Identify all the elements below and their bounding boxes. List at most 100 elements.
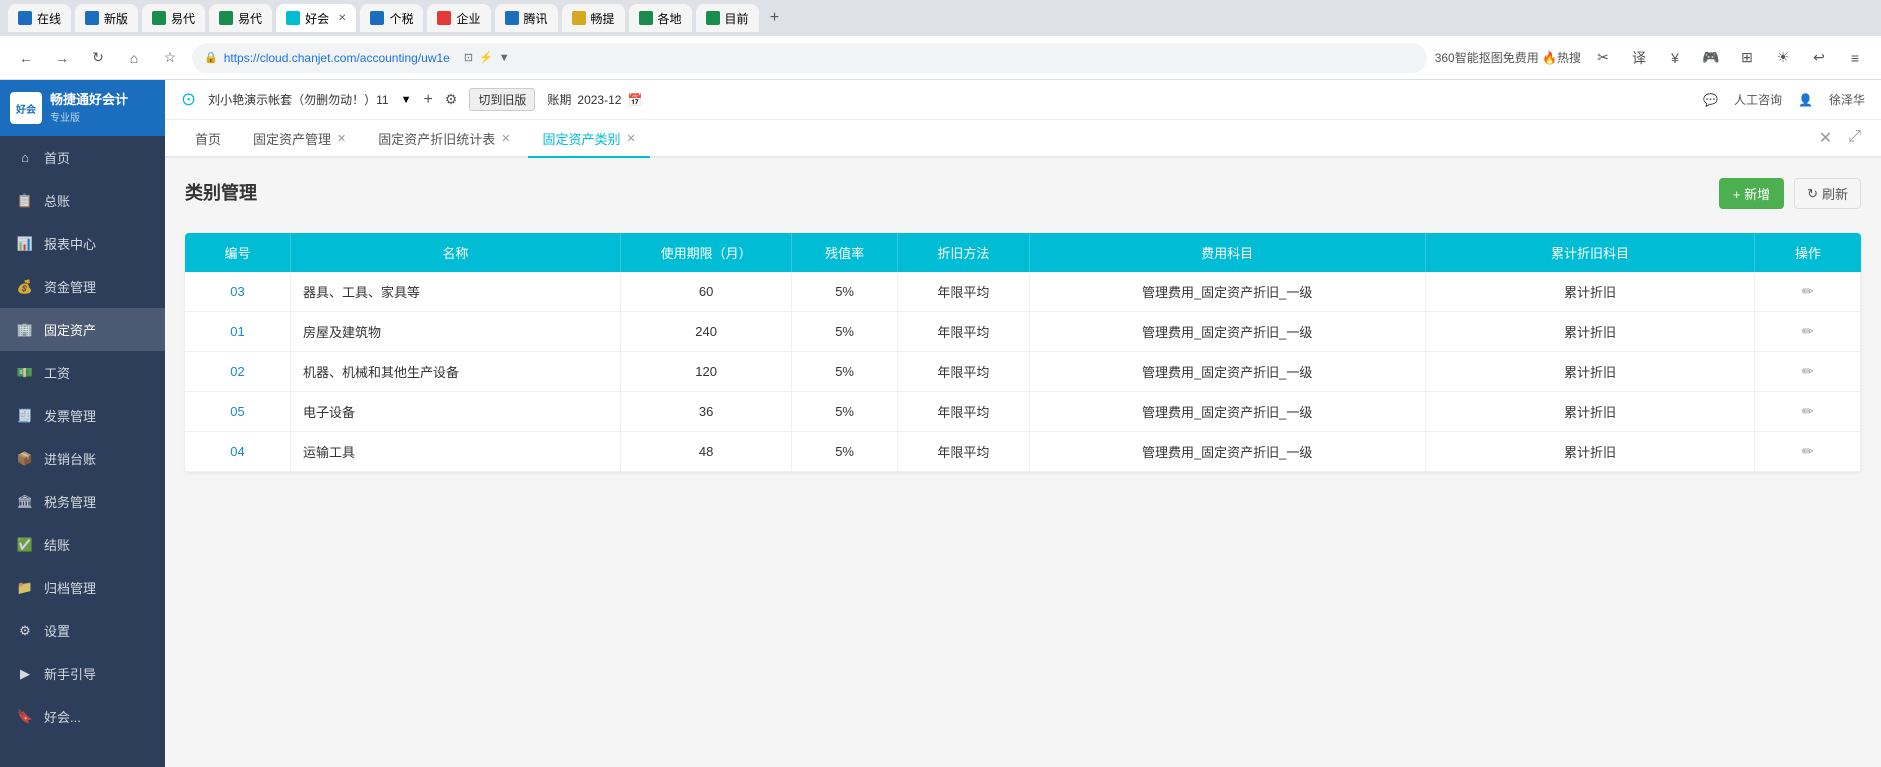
archive-icon: 📁 <box>16 579 34 597</box>
settings-icon-topbar[interactable]: ⚙ <box>445 91 458 108</box>
sidebar-item-invoice[interactable]: 🧾 发票管理 <box>0 394 165 437</box>
brightness-icon[interactable]: ☀ <box>1769 44 1797 72</box>
undo-icon[interactable]: ↩ <box>1805 44 1833 72</box>
logo-title: 畅捷通好会计 <box>50 92 128 109</box>
cell-period-1: 240 <box>620 312 792 352</box>
cell-name-1: 房屋及建筑物 <box>291 312 621 352</box>
edit-icon-2[interactable]: ✏ <box>1802 363 1814 379</box>
tab-favicon-2 <box>152 11 166 25</box>
scissors-icon[interactable]: ✂ <box>1589 44 1617 72</box>
wallet-icon[interactable]: ¥ <box>1661 44 1689 72</box>
cell-accum-2: 累计折旧 <box>1425 352 1755 392</box>
browser-tab-9[interactable]: 各地 <box>629 4 692 32</box>
dropdown-icon-topbar[interactable]: ▼ <box>401 94 412 106</box>
tab-maximize-icon[interactable]: ⤢ <box>1844 128 1865 148</box>
refresh-button[interactable]: ↻ 刷新 <box>1794 178 1861 209</box>
menu-icon[interactable]: ≡ <box>1841 44 1869 72</box>
sidebar-item-inout[interactable]: 📦 进销台账 <box>0 437 165 480</box>
tab-label-8: 畅提 <box>591 10 615 27</box>
table-row-3: 05 电子设备 36 5% 年限平均 管理费用_固定资产折旧_一级 累计折旧 ✏ <box>185 392 1861 432</box>
logo-subtitle: 专业版 <box>50 109 128 124</box>
sidebar-label-more: 好会... <box>44 707 81 726</box>
tab-label-10: 目前 <box>725 10 749 27</box>
browser-tab-6[interactable]: 企业 <box>427 4 490 32</box>
reload-button[interactable]: ↻ <box>84 44 112 72</box>
tab-favicon-9 <box>639 11 653 25</box>
th-accum: 累计折旧科目 <box>1425 233 1755 272</box>
forward-button[interactable]: → <box>48 44 76 72</box>
help-label[interactable]: 人工咨询 <box>1734 91 1782 108</box>
tab-window-close-icon[interactable]: ✕ <box>1815 128 1836 148</box>
content-tab-depreciation[interactable]: 固定资产折旧统计表 ✕ <box>364 121 524 158</box>
inout-icon: 📦 <box>16 450 34 468</box>
content-tab-home[interactable]: 首页 <box>181 121 235 158</box>
tab-label-9: 各地 <box>658 10 682 27</box>
edit-icon-1[interactable]: ✏ <box>1802 323 1814 339</box>
bookmark-button[interactable]: ☆ <box>156 44 184 72</box>
edit-icon-4[interactable]: ✏ <box>1802 443 1814 459</box>
sidebar-label-invoice: 发票管理 <box>44 406 96 425</box>
main-content: 类别管理 + 新增 ↻ 刷新 编号 名称 使用期限（月） 残值率 <box>165 158 1881 767</box>
cell-action-3: ✏ <box>1755 392 1861 432</box>
sidebar-item-archive[interactable]: 📁 归档管理 <box>0 566 165 609</box>
cell-accum-1: 累计折旧 <box>1425 312 1755 352</box>
fund-icon: 💰 <box>16 278 34 296</box>
sidebar-item-more[interactable]: 🔖 好会... <box>0 695 165 738</box>
content-tab-category-close[interactable]: ✕ <box>627 132 636 145</box>
tab-label-5: 个税 <box>389 10 413 27</box>
sidebar-item-home[interactable]: ⌂ 首页 <box>0 136 165 179</box>
sidebar-item-guide[interactable]: ▶ 新手引导 <box>0 652 165 695</box>
content-tab-depreciation-close[interactable]: ✕ <box>501 132 510 145</box>
browser-tab-4[interactable]: 好会 ✕ <box>276 4 356 32</box>
calendar-icon[interactable]: 📅 <box>627 93 642 107</box>
sidebar-item-ledger[interactable]: 📋 总账 <box>0 179 165 222</box>
content-tab-category-label: 固定资产类别 <box>542 129 620 148</box>
cell-accum-0: 累计折旧 <box>1425 272 1755 312</box>
plus-icon-topbar[interactable]: + <box>423 91 432 109</box>
new-tab-button[interactable]: + <box>763 6 787 30</box>
game-icon[interactable]: 🎮 <box>1697 44 1725 72</box>
browser-tab-5[interactable]: 个税 <box>360 4 423 32</box>
browser-tab-0[interactable]: 在线 <box>8 4 71 32</box>
cell-method-3: 年限平均 <box>897 392 1029 432</box>
sidebar-item-fund[interactable]: 💰 资金管理 <box>0 265 165 308</box>
sidebar-label-tax: 税务管理 <box>44 492 96 511</box>
th-expense: 费用科目 <box>1029 233 1425 272</box>
browser-tab-2[interactable]: 易代 <box>142 4 205 32</box>
sidebar-item-settings[interactable]: ⚙ 设置 <box>0 609 165 652</box>
fixed-icon: 🏢 <box>16 321 34 339</box>
content-tab-fixed-mgr[interactable]: 固定资产管理 ✕ <box>239 121 360 158</box>
url-bar[interactable]: 🔒 https://cloud.chanjet.com/accounting/u… <box>192 43 1427 73</box>
content-tab-category[interactable]: 固定资产类别 ✕ <box>528 121 649 158</box>
period-area: 账期 2023-12 📅 <box>547 91 642 108</box>
content-tab-fixed-mgr-close[interactable]: ✕ <box>337 132 346 145</box>
cell-expense-0: 管理费用_固定资产折旧_一级 <box>1029 272 1425 312</box>
home-button[interactable]: ⌂ <box>120 44 148 72</box>
add-button[interactable]: + 新增 <box>1719 178 1784 209</box>
browser-tab-10[interactable]: 目前 <box>696 4 759 32</box>
edit-icon-3[interactable]: ✏ <box>1802 403 1814 419</box>
table-row-0: 03 器具、工具、家具等 60 5% 年限平均 管理费用_固定资产折旧_一级 累… <box>185 272 1861 312</box>
browser-tab-7[interactable]: 腾讯 <box>495 4 558 32</box>
browser-tab-1[interactable]: 新版 <box>75 4 138 32</box>
edit-icon-0[interactable]: ✏ <box>1802 283 1814 299</box>
translate-icon[interactable]: 译 <box>1625 44 1653 72</box>
browser-tab-3[interactable]: 易代 <box>209 4 272 32</box>
sidebar-item-tax[interactable]: 🏛 税务管理 <box>0 480 165 523</box>
sidebar-item-report[interactable]: 📊 报表中心 <box>0 222 165 265</box>
content-tab-fixed-mgr-label: 固定资产管理 <box>253 129 331 148</box>
grid-icon[interactable]: ⊞ <box>1733 44 1761 72</box>
sidebar-item-salary[interactable]: 💵 工资 <box>0 351 165 394</box>
back-button[interactable]: ← <box>12 44 40 72</box>
sidebar-item-settle[interactable]: ✅ 结账 <box>0 523 165 566</box>
cell-method-0: 年限平均 <box>897 272 1029 312</box>
cell-rate-4: 5% <box>792 432 898 472</box>
browser-tab-8[interactable]: 畅提 <box>562 4 625 32</box>
th-rate: 残值率 <box>792 233 898 272</box>
report-icon: 📊 <box>16 235 34 253</box>
tab-favicon-5 <box>370 11 384 25</box>
cell-method-4: 年限平均 <box>897 432 1029 472</box>
switch-to-old-btn[interactable]: 切到旧版 <box>469 88 535 111</box>
tab-close-4[interactable]: ✕ <box>338 13 346 24</box>
sidebar-item-fixed[interactable]: 🏢 固定资产 <box>0 308 165 351</box>
